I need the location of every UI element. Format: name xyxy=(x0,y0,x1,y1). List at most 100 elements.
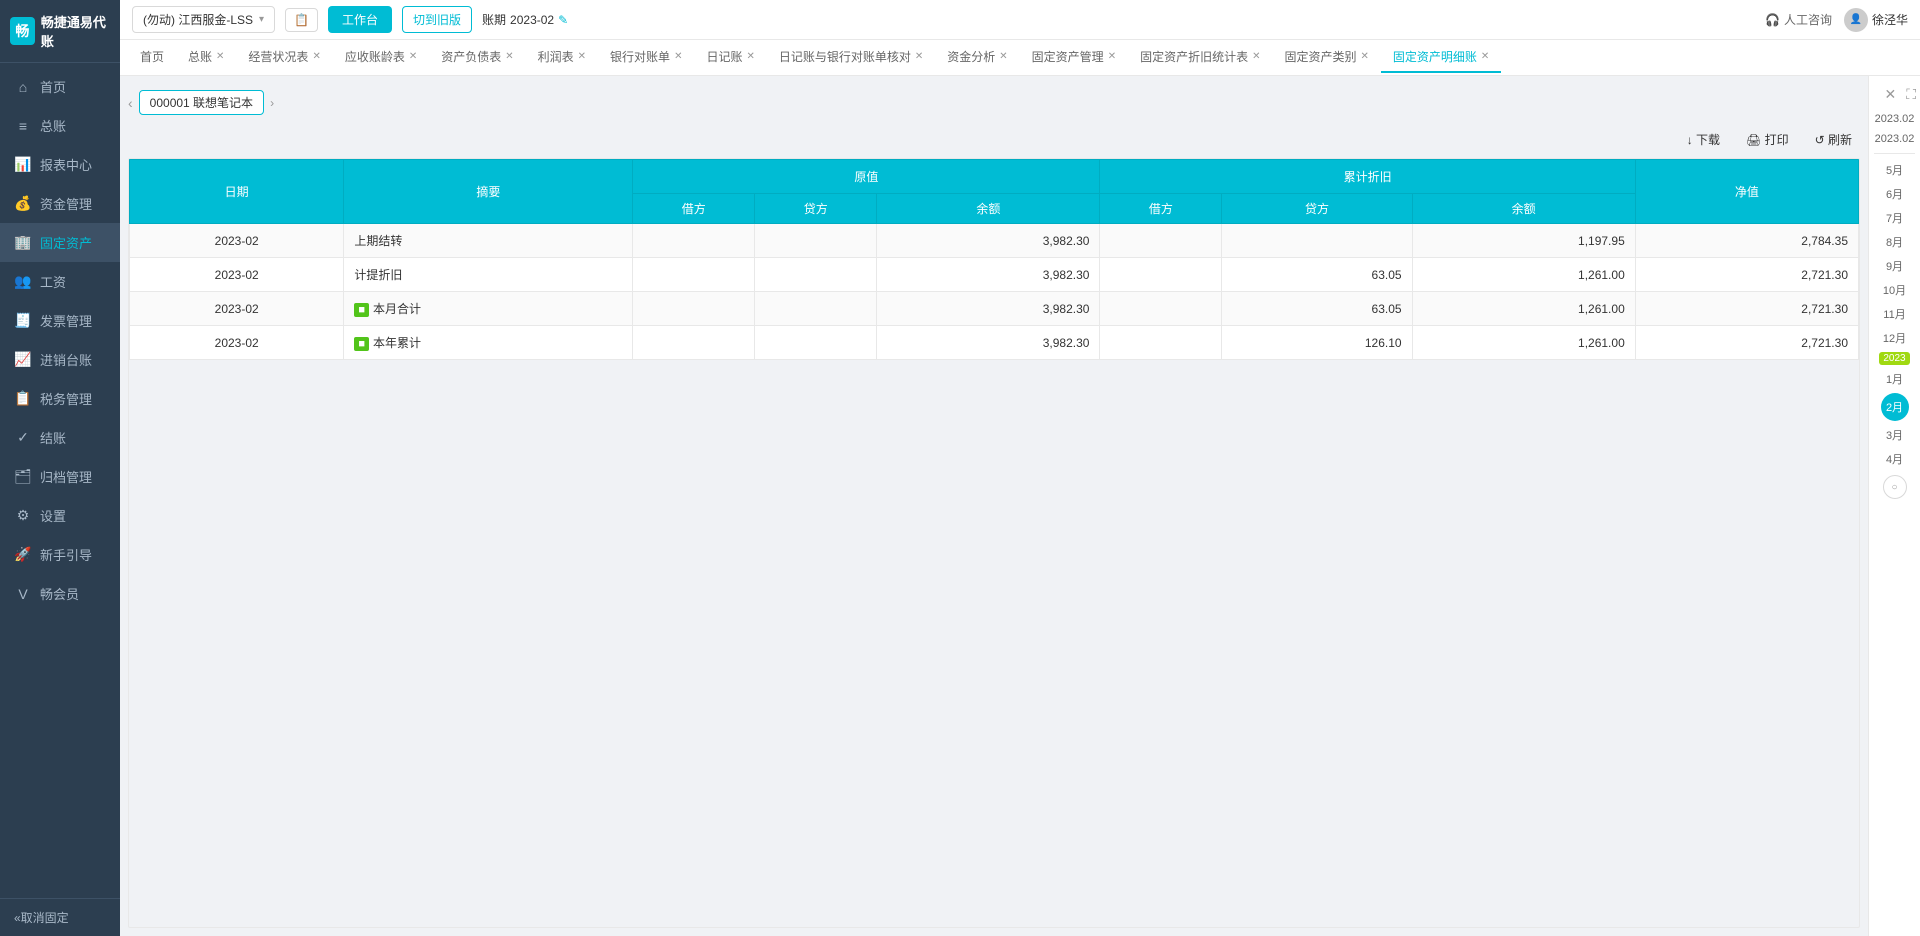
tab-bank-reconcile[interactable]: 银行对账单✕ xyxy=(598,42,694,73)
sidebar-item-reports[interactable]: 📊报表中心 xyxy=(0,145,120,184)
sidebar-item-payroll[interactable]: 👥工资 xyxy=(0,262,120,301)
col-original-value-header: 原值 xyxy=(633,160,1100,194)
sidebar-item-home[interactable]: ⌂首页 xyxy=(0,67,120,106)
month-2022-5[interactable]: 10月 xyxy=(1869,278,1920,302)
tab-ledger[interactable]: 总账 ✕ xyxy=(176,42,236,73)
sidebar-item-label-invoice: 发票管理 xyxy=(40,311,92,330)
topbar-right: 🎧 人工咨询 👤 徐泾华 xyxy=(1765,8,1908,32)
service-button[interactable]: 🎧 人工咨询 xyxy=(1765,11,1832,28)
tab-fixed-mgmt[interactable]: 固定资产管理 ✕ xyxy=(1020,42,1128,73)
cell-orig-credit xyxy=(755,326,877,360)
month-2023-0[interactable]: 1月 xyxy=(1869,367,1920,391)
main-area: (勿动) 江西服金-LSS ▾ 📋 工作台 切到旧版 账期 2023-02 ✎ … xyxy=(120,0,1920,936)
month-2022-2[interactable]: 7月 xyxy=(1869,206,1920,230)
cell-orig-balance: 3,982.30 xyxy=(877,224,1100,258)
sidebar-item-sales[interactable]: 📈进销台账 xyxy=(0,340,120,379)
panel-close-button[interactable]: ✕ xyxy=(1880,82,1900,107)
panel-expand-button[interactable]: ⛶ xyxy=(1902,82,1920,107)
tab-close-journal-bank[interactable]: ✕ xyxy=(915,51,923,62)
year-label-1[interactable]: 2023.02 xyxy=(1869,109,1920,129)
refresh-button[interactable]: ↺ 刷新 xyxy=(1807,127,1860,152)
tab-journal-bank[interactable]: 日记账与银行对账单核对✕ xyxy=(767,42,935,73)
switch-version-button[interactable]: 切到旧版 xyxy=(402,6,472,33)
sidebar-item-archive[interactable]: 🗂归档管理 xyxy=(0,457,120,496)
sidebar-item-settings[interactable]: ⚙设置 xyxy=(0,496,120,535)
month-2022-4[interactable]: 9月 xyxy=(1869,254,1920,278)
month-2023-1[interactable]: 2月 xyxy=(1881,393,1909,421)
col-dep-debit-header: 借方 xyxy=(1100,194,1222,224)
copy-button[interactable]: 📋 xyxy=(285,8,318,32)
col-date-header: 日期 xyxy=(130,160,344,224)
tab-close-bank-reconcile[interactable]: ✕ xyxy=(674,51,682,62)
tab-close-ledger[interactable]: ✕ xyxy=(216,51,224,62)
tab-journal[interactable]: 日记账✕ xyxy=(694,42,766,73)
tab-fixed-detail[interactable]: 固定资产明细账✕ xyxy=(1381,42,1501,73)
download-button[interactable]: ↓ 下载 xyxy=(1679,127,1728,152)
tab-home[interactable]: 首页 xyxy=(128,42,176,73)
month-2022-3[interactable]: 8月 xyxy=(1869,230,1920,254)
sidebar: 畅 畅捷通易代账 ⌂首页≡总账📊报表中心💰资金管理🏢固定资产👥工资🧾发票管理📈进… xyxy=(0,0,120,936)
nav-prev-arrow[interactable]: ‹ xyxy=(128,95,133,111)
sidebar-item-member[interactable]: V畅会员 xyxy=(0,574,120,613)
table-row: 2023-02 ■本年累计 3,982.30 126.10 1,261.00 2… xyxy=(130,326,1859,360)
fixed-asset-detail-table: 日期 摘要 原值 累计折旧 净值 借方 贷方 余额 借方 贷方 余额 xyxy=(129,159,1859,360)
tab-close-depreciation-stats[interactable]: ✕ xyxy=(1252,51,1260,62)
cell-orig-balance: 3,982.30 xyxy=(877,326,1100,360)
nav-next-arrow[interactable]: › xyxy=(270,96,274,110)
tab-depreciation-stats[interactable]: 固定资产折旧统计表✕ xyxy=(1128,42,1272,73)
sidebar-item-fund[interactable]: 💰资金管理 xyxy=(0,184,120,223)
month-2022-0[interactable]: 5月 xyxy=(1869,158,1920,182)
sidebar-item-ledger[interactable]: ≡总账 xyxy=(0,106,120,145)
tab-close-receivable[interactable]: ✕ xyxy=(409,51,417,62)
month-2022-1[interactable]: 6月 xyxy=(1869,182,1920,206)
print-button[interactable]: 🖨 打印 xyxy=(1738,127,1797,152)
right-panel-collapse-button[interactable]: ○ xyxy=(1883,475,1907,499)
tab-close-fixed-category[interactable]: ✕ xyxy=(1361,51,1369,62)
col-orig-debit-header: 借方 xyxy=(633,194,755,224)
tab-profit[interactable]: 利润表✕ xyxy=(526,42,598,73)
tab-close-journal[interactable]: ✕ xyxy=(746,51,754,62)
sidebar-item-label-member: 畅会员 xyxy=(40,584,79,603)
subnav-item[interactable]: 000001 联想笔记本 xyxy=(139,90,264,115)
sidebar-item-label-tax: 税务管理 xyxy=(40,389,92,408)
sidebar-footer-collapse[interactable]: «取消固定 xyxy=(0,898,120,936)
sidebar-item-guide[interactable]: 🚀新手引导 xyxy=(0,535,120,574)
period-edit-icon[interactable]: ✎ xyxy=(558,13,568,27)
tab-close-fund-analysis[interactable]: ✕ xyxy=(999,51,1007,62)
tab-assets[interactable]: 资产负债表 ✕ xyxy=(429,42,525,73)
tab-close-assets[interactable]: ✕ xyxy=(505,51,513,62)
tab-label-assets: 资产负债表 xyxy=(441,48,501,65)
month-2023-3[interactable]: 4月 xyxy=(1869,447,1920,471)
tab-fund-analysis[interactable]: 资金分析 ✕ xyxy=(935,42,1019,73)
company-selector[interactable]: (勿动) 江西服金-LSS ▾ xyxy=(132,6,275,33)
row-tag: ■ xyxy=(354,303,369,317)
month-2022-6[interactable]: 11月 xyxy=(1869,302,1920,326)
tab-receivable[interactable]: 应收账龄表✕ xyxy=(333,42,429,73)
user-menu[interactable]: 👤 徐泾华 xyxy=(1844,8,1908,32)
archive-icon: 🗂 xyxy=(14,468,32,485)
headset-icon: 🎧 xyxy=(1765,13,1780,27)
col-dep-balance-header: 余额 xyxy=(1412,194,1635,224)
workbench-button[interactable]: 工作台 xyxy=(328,6,392,33)
year-label-2[interactable]: 2023.02 xyxy=(1869,129,1920,149)
sidebar-item-settlement[interactable]: ✓结账 xyxy=(0,418,120,457)
tab-label-fund-analysis: 资金分析 xyxy=(947,48,995,65)
sub-nav: ‹ 000001 联想笔记本 › xyxy=(128,84,1860,121)
month-2023-2[interactable]: 3月 xyxy=(1869,423,1920,447)
tab-close-management[interactable]: ✕ xyxy=(312,51,320,62)
tab-close-fixed-mgmt[interactable]: ✕ xyxy=(1108,51,1116,62)
tabbar: 首页总账✕经营状况表✕应收账龄表✕资产负债表✕利润表✕银行对账单✕日记账✕日记账… xyxy=(120,40,1920,76)
tab-label-ledger: 总账 xyxy=(188,48,212,65)
col-desc-header: 摘要 xyxy=(344,160,633,224)
sidebar-item-fixed-assets[interactable]: 🏢固定资产 xyxy=(0,223,120,262)
sidebar-item-invoice[interactable]: 🧾发票管理 xyxy=(0,301,120,340)
tab-management[interactable]: 经营状况表✕ xyxy=(236,42,332,73)
tab-label-fixed-mgmt: 固定资产管理 xyxy=(1032,48,1104,65)
sidebar-item-label-ledger: 总账 xyxy=(40,116,66,135)
tab-close-fixed-detail[interactable]: ✕ xyxy=(1481,51,1489,62)
cell-date: 2023-02 xyxy=(130,292,344,326)
sidebar-item-tax[interactable]: 📋税务管理 xyxy=(0,379,120,418)
month-2022-7[interactable]: 12月 xyxy=(1869,326,1920,350)
tab-fixed-category[interactable]: 固定资产类别✕ xyxy=(1272,42,1380,73)
tab-close-profit[interactable]: ✕ xyxy=(578,51,586,62)
